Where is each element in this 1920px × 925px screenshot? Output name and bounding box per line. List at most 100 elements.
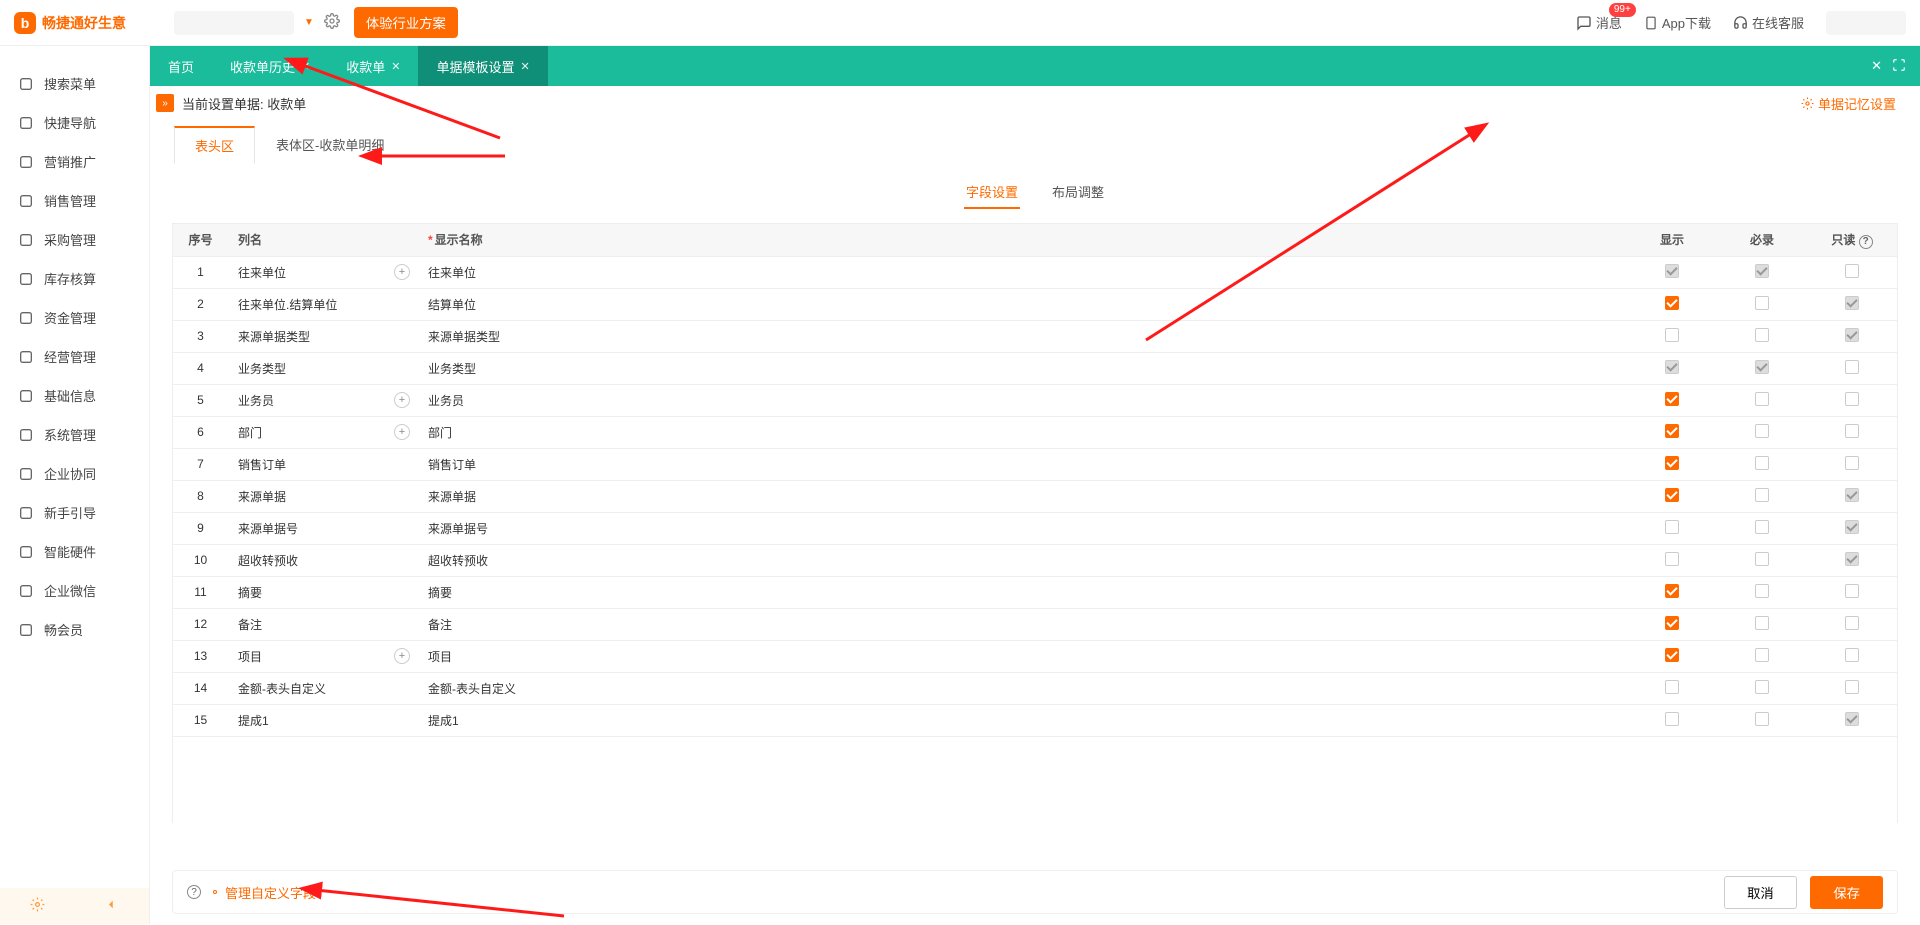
- checkbox[interactable]: [1845, 360, 1859, 374]
- checkbox[interactable]: [1665, 296, 1679, 310]
- add-icon[interactable]: +: [394, 424, 410, 440]
- memory-settings-link[interactable]: 单据记忆设置: [1801, 94, 1896, 113]
- table-row: 8来源单据来源单据: [173, 480, 1897, 512]
- expand-panel-icon[interactable]: »: [156, 94, 174, 112]
- close-icon[interactable]: ✕: [521, 60, 530, 73]
- sidebar-item-4[interactable]: 采购管理: [0, 220, 149, 259]
- checkbox[interactable]: [1755, 392, 1769, 406]
- add-icon[interactable]: +: [394, 392, 410, 408]
- support-link[interactable]: 在线客服: [1733, 13, 1804, 32]
- close-icon[interactable]: ✕: [391, 60, 400, 73]
- checkbox[interactable]: [1845, 616, 1859, 630]
- sidebar-item-9[interactable]: 系统管理: [0, 415, 149, 454]
- checkbox[interactable]: [1755, 648, 1769, 662]
- table-row: 7销售订单销售订单: [173, 448, 1897, 480]
- settings-small-icon[interactable]: [30, 897, 45, 915]
- checkbox[interactable]: [1755, 328, 1769, 342]
- sidebar-item-3[interactable]: 销售管理: [0, 181, 149, 220]
- tab-0[interactable]: 首页: [150, 46, 212, 86]
- manage-custom-fields-link[interactable]: 管理自定义字段: [209, 883, 316, 902]
- table-row: 5业务员+业务员: [173, 384, 1897, 416]
- checkbox[interactable]: [1755, 616, 1769, 630]
- checkbox[interactable]: [1755, 584, 1769, 598]
- checkbox[interactable]: [1665, 648, 1679, 662]
- checkbox[interactable]: [1845, 392, 1859, 406]
- checkbox[interactable]: [1845, 424, 1859, 438]
- sidebar-item-6[interactable]: 资金管理: [0, 298, 149, 337]
- app-download-link[interactable]: App下载: [1644, 13, 1711, 32]
- box-icon: [18, 271, 34, 287]
- tab-bar: 首页收款单历史✕收款单✕单据模板设置✕ ✕: [150, 46, 1920, 86]
- account-switcher[interactable]: ▼: [174, 11, 314, 35]
- user-avatar[interactable]: [1826, 11, 1906, 35]
- checkbox[interactable]: [1845, 456, 1859, 470]
- sidebar-item-14[interactable]: 畅会员: [0, 610, 149, 649]
- collapse-icon[interactable]: [104, 897, 119, 915]
- sidebar-item-2[interactable]: 营销推广: [0, 142, 149, 181]
- checkbox[interactable]: [1845, 648, 1859, 662]
- mid-tab-0[interactable]: 字段设置: [964, 176, 1020, 209]
- checkbox[interactable]: [1665, 392, 1679, 406]
- sidebar-item-13[interactable]: 企业微信: [0, 571, 149, 610]
- flag-icon: [18, 505, 34, 521]
- close-all-icon[interactable]: ✕: [1871, 58, 1882, 74]
- badge-99: 99+: [1609, 3, 1636, 17]
- sidebar-item-11[interactable]: 新手引导: [0, 493, 149, 532]
- save-button[interactable]: 保存: [1810, 876, 1883, 909]
- nav-footer: [0, 888, 149, 924]
- tab-3[interactable]: 单据模板设置✕: [418, 46, 547, 86]
- sidebar-item-5[interactable]: 库存核算: [0, 259, 149, 298]
- checkbox[interactable]: [1755, 680, 1769, 694]
- checkbox[interactable]: [1845, 584, 1859, 598]
- checkbox[interactable]: [1665, 328, 1679, 342]
- section-tab-0[interactable]: 表头区: [174, 126, 255, 164]
- checkbox[interactable]: [1755, 712, 1769, 726]
- mid-tab-1[interactable]: 布局调整: [1050, 176, 1106, 209]
- checkbox[interactable]: [1665, 424, 1679, 438]
- chart-icon: [18, 349, 34, 365]
- messages-link[interactable]: 消息 99+: [1576, 13, 1622, 32]
- checkbox[interactable]: [1665, 456, 1679, 470]
- bag-icon: [18, 232, 34, 248]
- try-plan-button[interactable]: 体验行业方案: [354, 7, 458, 38]
- checkbox[interactable]: [1755, 456, 1769, 470]
- checkbox[interactable]: [1845, 264, 1859, 278]
- checkbox[interactable]: [1755, 520, 1769, 534]
- checkbox[interactable]: [1665, 616, 1679, 630]
- add-icon[interactable]: +: [394, 648, 410, 664]
- checkbox[interactable]: [1755, 552, 1769, 566]
- checkbox[interactable]: [1755, 296, 1769, 310]
- sidebar-item-7[interactable]: 经营管理: [0, 337, 149, 376]
- gear-icon[interactable]: [324, 13, 340, 32]
- logo-icon: b: [14, 12, 36, 34]
- tab-2[interactable]: 收款单✕: [328, 46, 418, 86]
- checkbox[interactable]: [1845, 680, 1859, 694]
- sidebar-item-12[interactable]: 智能硬件: [0, 532, 149, 571]
- fullscreen-icon[interactable]: [1892, 58, 1906, 75]
- checkbox[interactable]: [1755, 424, 1769, 438]
- checkbox[interactable]: [1665, 520, 1679, 534]
- section-tab-1[interactable]: 表体区-收款单明细: [255, 126, 405, 164]
- tab-1[interactable]: 收款单历史✕: [212, 46, 328, 86]
- checkbox[interactable]: [1665, 488, 1679, 502]
- close-icon[interactable]: ✕: [301, 60, 310, 73]
- checkbox[interactable]: [1755, 488, 1769, 502]
- gear-icon: [18, 427, 34, 443]
- sidebar-item-8[interactable]: 基础信息: [0, 376, 149, 415]
- sidebar-item-1[interactable]: 快捷导航: [0, 103, 149, 142]
- table-row: 15提成1提成1: [173, 704, 1897, 736]
- table-row: 9来源单据号来源单据号: [173, 512, 1897, 544]
- money-icon: [18, 310, 34, 326]
- add-icon[interactable]: +: [394, 264, 410, 280]
- help-icon[interactable]: ?: [187, 885, 201, 899]
- checkbox[interactable]: [1665, 584, 1679, 598]
- table-row: 2往来单位.结算单位结算单位: [173, 288, 1897, 320]
- sidebar-item-10[interactable]: 企业协同: [0, 454, 149, 493]
- chevron-down-icon: ▼: [304, 17, 314, 28]
- checkbox[interactable]: [1665, 712, 1679, 726]
- checkbox[interactable]: [1665, 552, 1679, 566]
- sidebar-item-0[interactable]: 搜索菜单: [0, 64, 149, 103]
- cancel-button[interactable]: 取消: [1724, 876, 1797, 909]
- help-icon[interactable]: ?: [1859, 235, 1873, 249]
- checkbox[interactable]: [1665, 680, 1679, 694]
